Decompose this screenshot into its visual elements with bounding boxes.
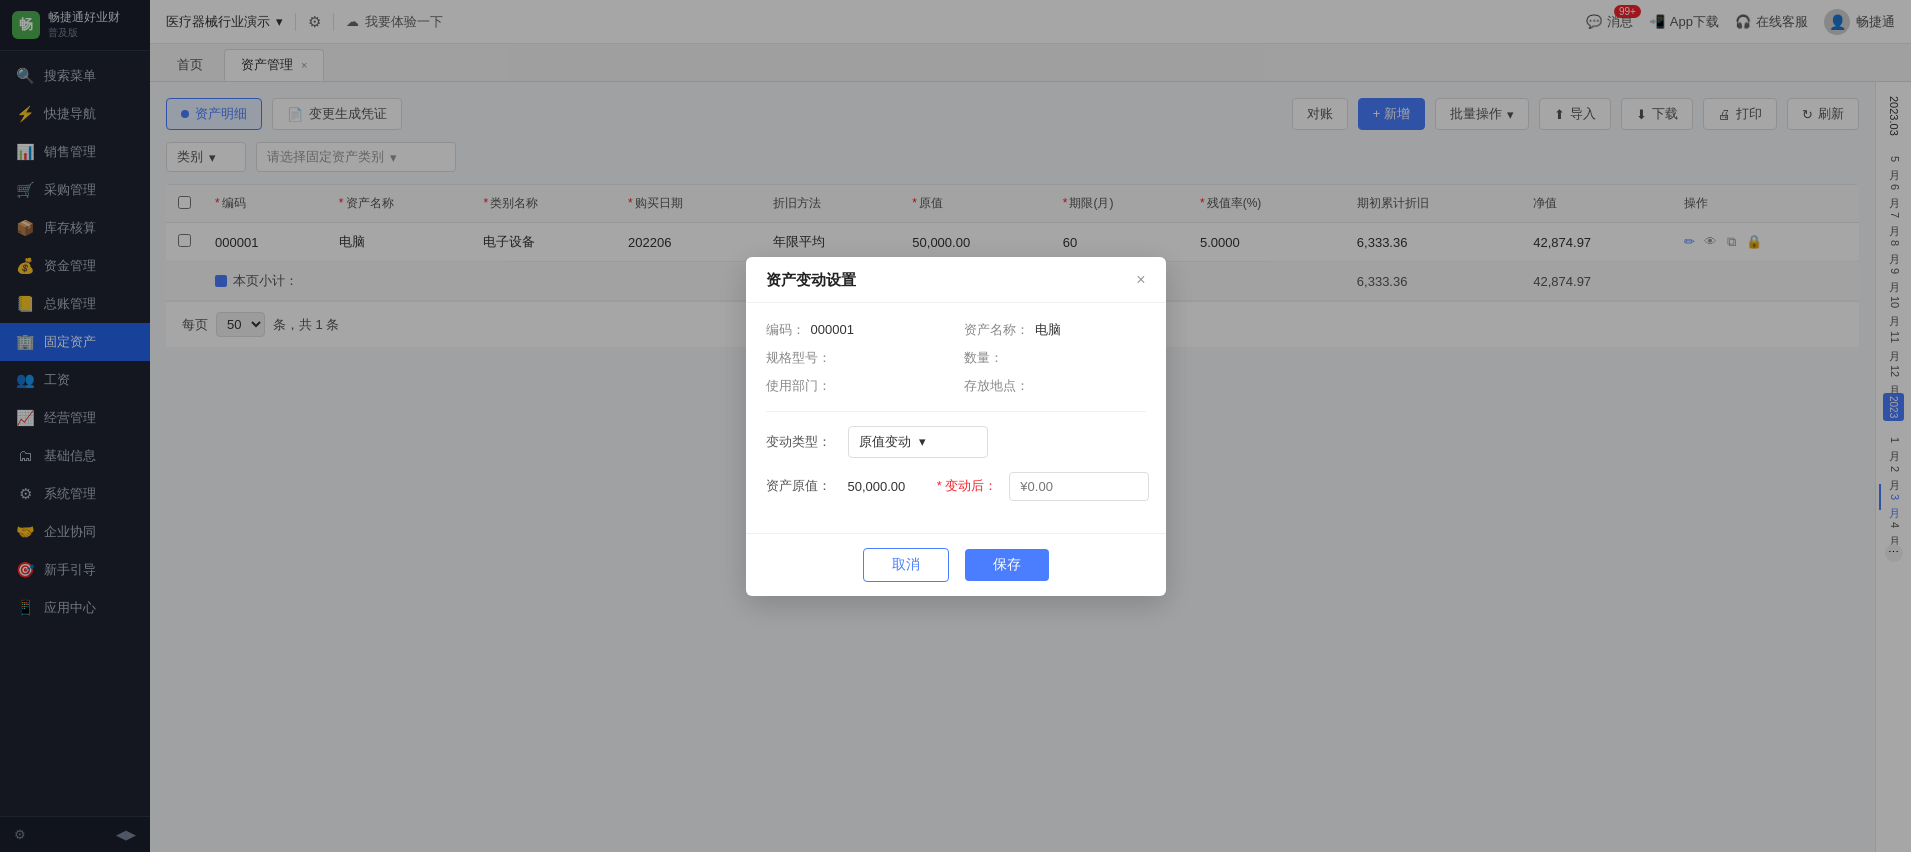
- modal-asset-name-value: 电脑: [1035, 321, 1061, 339]
- modal-asset-name-label: 资产名称：: [964, 321, 1029, 339]
- modal-code-item: 编码： 000001: [766, 321, 948, 339]
- modal-body: 编码： 000001 资产名称： 电脑 规格型号： 数量： 使用部门：: [746, 303, 1166, 533]
- modal-location-label: 存放地点：: [964, 377, 1029, 395]
- modal-after-change-label: * 变动后：: [917, 477, 997, 495]
- modal-cancel-btn[interactable]: 取消: [863, 548, 949, 582]
- modal-change-type-row: 变动类型： 原值变动 ▾: [766, 426, 1146, 458]
- modal-header: 资产变动设置 ×: [746, 257, 1166, 303]
- change-type-dropdown-icon: ▾: [919, 434, 926, 449]
- modal-location-item: 存放地点：: [964, 377, 1146, 395]
- modal-original-value: 50,000.00: [848, 479, 906, 494]
- asset-change-modal: 资产变动设置 × 编码： 000001 资产名称： 电脑 规格型号： 数量：: [746, 257, 1166, 596]
- modal-value-row: 资产原值： 50,000.00 * 变动后：: [766, 472, 1146, 501]
- modal-change-type-select[interactable]: 原值变动 ▾: [848, 426, 988, 458]
- modal-info-grid: 编码： 000001 资产名称： 电脑 规格型号： 数量： 使用部门：: [766, 321, 1146, 395]
- modal-code-label: 编码：: [766, 321, 805, 339]
- modal-close-btn[interactable]: ×: [1136, 271, 1145, 289]
- modal-quantity-item: 数量：: [964, 349, 1146, 367]
- modal-after-change-input[interactable]: [1009, 472, 1149, 501]
- modal-change-type-value: 原值变动: [859, 433, 911, 451]
- modal-divider: [766, 411, 1146, 412]
- modal-dept-item: 使用部门：: [766, 377, 948, 395]
- modal-model-label: 规格型号：: [766, 349, 831, 367]
- modal-quantity-label: 数量：: [964, 349, 1003, 367]
- modal-dept-label: 使用部门：: [766, 377, 831, 395]
- modal-title: 资产变动设置: [766, 271, 856, 290]
- modal-asset-name-item: 资产名称： 电脑: [964, 321, 1146, 339]
- modal-original-value-label: 资产原值：: [766, 477, 836, 495]
- modal-save-btn[interactable]: 保存: [965, 549, 1049, 581]
- modal-code-value: 000001: [811, 322, 854, 337]
- modal-footer: 取消 保存: [746, 533, 1166, 596]
- modal-model-item: 规格型号：: [766, 349, 948, 367]
- modal-overlay: 资产变动设置 × 编码： 000001 资产名称： 电脑 规格型号： 数量：: [0, 0, 1911, 852]
- modal-change-type-label: 变动类型：: [766, 433, 836, 451]
